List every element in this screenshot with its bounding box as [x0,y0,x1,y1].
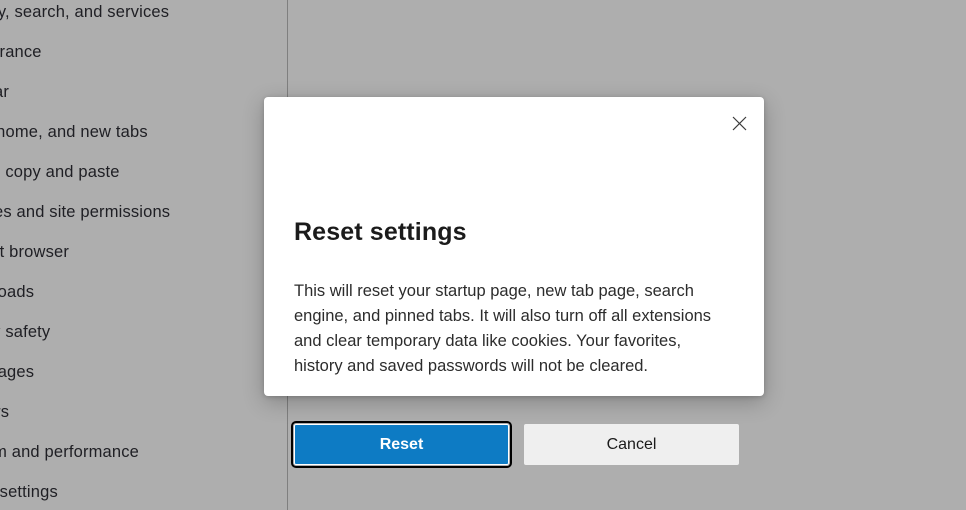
sidebar-item[interactable]: Privacy, search, and services [0,0,281,32]
sidebar-item[interactable]: Sidebar [0,72,281,112]
close-icon [732,116,747,131]
sidebar-item[interactable]: Start, home, and new tabs [0,112,281,152]
sidebar-item[interactable]: Family safety [0,312,281,352]
sidebar-item[interactable]: Reset settings [0,472,281,510]
dialog-title: Reset settings [294,218,467,246]
sidebar-item[interactable]: System and performance [0,432,281,472]
sidebar-item[interactable]: Cookies and site permissions [0,192,281,232]
dialog-button-row: Reset Cancel [291,421,739,468]
sidebar-item[interactable]: Default browser [0,232,281,272]
sidebar-item[interactable]: Languages [0,352,281,392]
settings-sidebar: Privacy, search, and servicesAppearanceS… [0,0,287,510]
reset-confirm-button[interactable]: Reset [291,421,512,468]
reset-settings-dialog: Reset settings This will reset your star… [264,97,764,468]
sidebar-item[interactable]: Appearance [0,32,281,72]
dialog-description: This will reset your startup page, new t… [294,282,712,375]
close-dialog-button[interactable] [721,105,757,141]
sidebar-item[interactable]: Share, copy and paste [0,152,281,192]
sidebar-item[interactable]: Downloads [0,272,281,312]
sidebar-item[interactable]: Printers [0,392,281,432]
cancel-button[interactable]: Cancel [524,424,739,465]
